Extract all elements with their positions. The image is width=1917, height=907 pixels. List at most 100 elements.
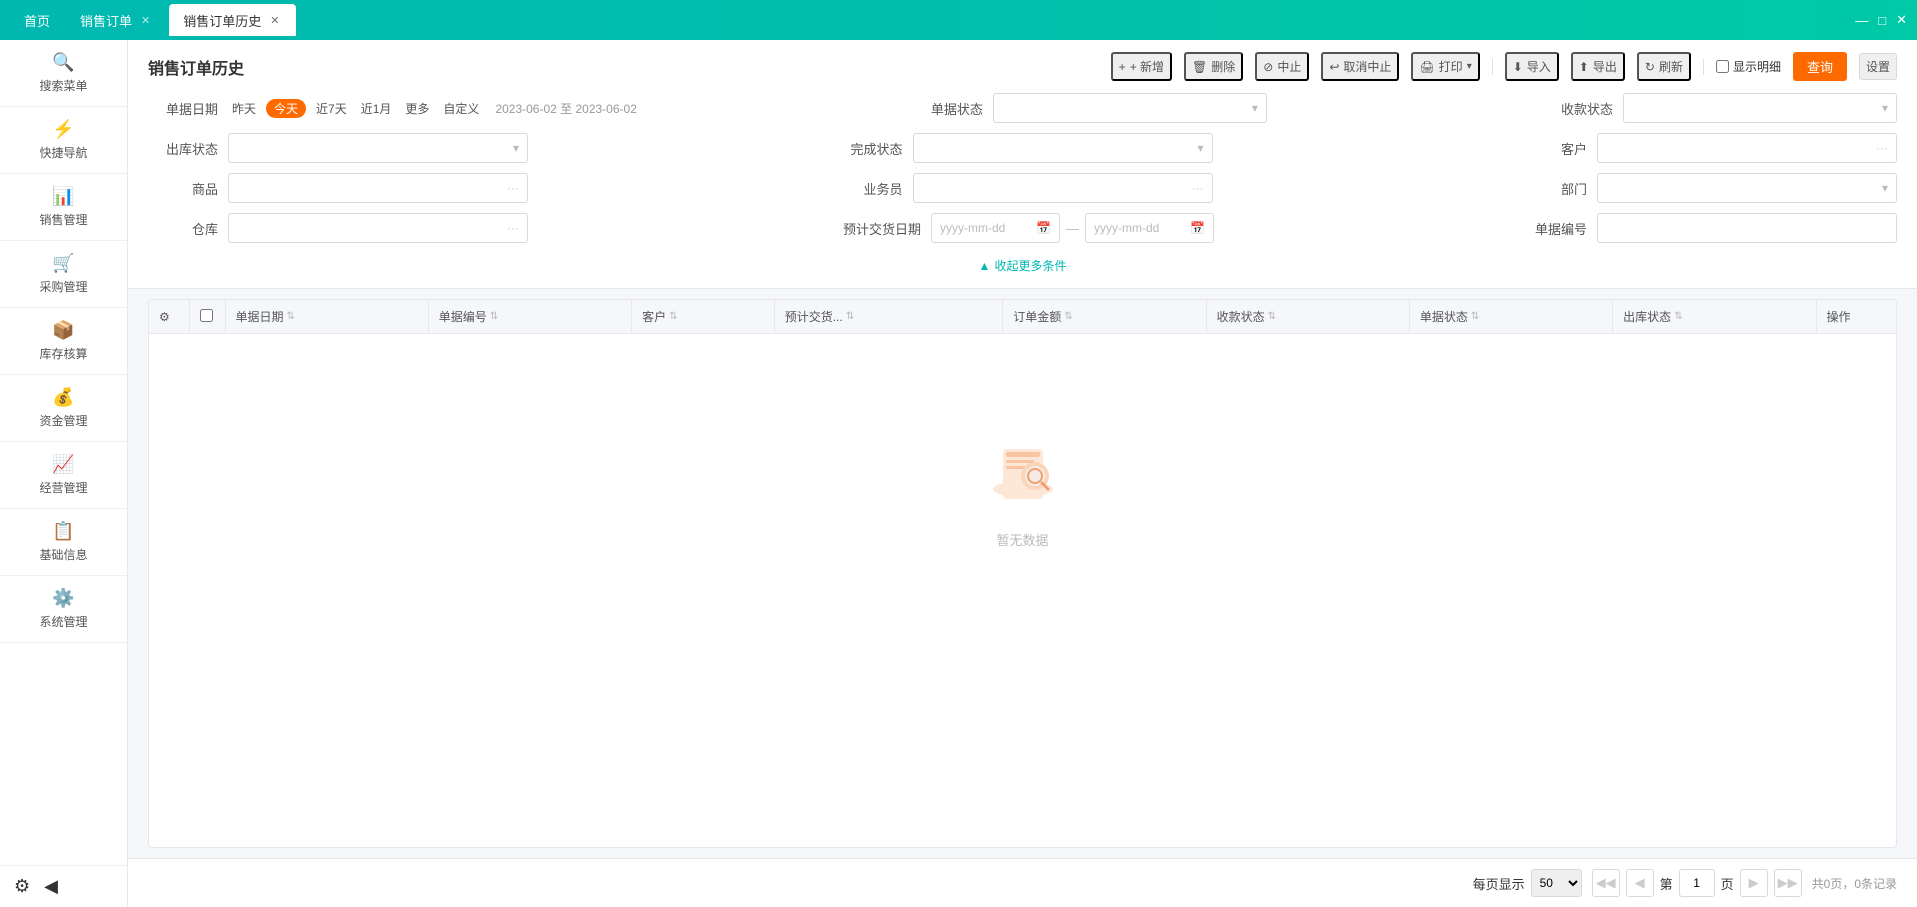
display-detail-checkbox[interactable] — [1716, 60, 1729, 73]
sidebar-item-label-basic: 基础信息 — [39, 546, 87, 563]
toolbar-divider-1 — [1492, 59, 1493, 75]
sidebar-item-purchase-mgmt[interactable]: 🛒 采购管理 — [0, 241, 127, 308]
next-page-button[interactable]: ▶ — [1740, 869, 1768, 897]
sidebar-item-label-purchase: 采购管理 — [39, 278, 87, 295]
empty-text: 暂无数据 — [996, 530, 1048, 549]
warehouse-input[interactable]: ··· — [228, 213, 528, 243]
delivery-status-select[interactable]: ▾ — [228, 133, 528, 163]
last-page-button[interactable]: ▶▶ — [1774, 869, 1802, 897]
settings-button[interactable]: 设置 — [1859, 53, 1897, 80]
sidebar-item-search-menu[interactable]: 🔍 搜索菜单 — [0, 40, 127, 107]
sidebar-item-label-search: 搜索菜单 — [39, 77, 87, 94]
first-page-button[interactable]: ◀◀ — [1592, 869, 1620, 897]
content-area: 销售订单历史 + + 新增 🗑 删除 ⊘ 中止 ↩ — [128, 40, 1917, 907]
sort-payment-status[interactable]: 收款状态 ⇅ — [1217, 308, 1399, 325]
sort-bill-date[interactable]: 单据日期 ⇅ — [236, 308, 418, 325]
goods-input[interactable]: ··· — [228, 173, 528, 203]
sidebar-item-system-mgmt[interactable]: ⚙️ 系统管理 — [0, 576, 127, 643]
sidebar-item-quick-nav[interactable]: ⚡ 快捷导航 — [0, 107, 127, 174]
sort-customer[interactable]: 客户 ⇅ — [642, 308, 764, 325]
purchase-mgmt-icon: 🛒 — [52, 253, 74, 274]
select-all-checkbox[interactable] — [200, 309, 213, 322]
sidebar-item-sales-mgmt[interactable]: 📊 销售管理 — [0, 174, 127, 241]
tab-sales-order[interactable]: 销售订单 ✕ — [66, 4, 167, 36]
col-payment-status: 收款状态 ⇅ — [1206, 300, 1409, 334]
sort-bill-no[interactable]: 单据编号 ⇅ — [439, 308, 621, 325]
date-btn-last7[interactable]: 近7天 — [312, 99, 351, 118]
salesperson-input[interactable]: ··· — [913, 173, 1213, 203]
tab-home[interactable]: 首页 — [10, 4, 64, 36]
goods-label: 商品 — [148, 179, 218, 198]
col-customer: 客户 ⇅ — [632, 300, 775, 334]
sort-icon-bill-date: ⇅ — [287, 311, 295, 322]
stop-button[interactable]: ⊘ 中止 — [1255, 52, 1309, 81]
delete-button[interactable]: 🗑 删除 — [1184, 52, 1243, 81]
date-btn-last1m[interactable]: 近1月 — [357, 99, 396, 118]
top-bar: 首页 销售订单 ✕ 销售订单历史 ✕ — □ ✕ — [0, 0, 1917, 40]
sidebar-item-finance[interactable]: 💰 资金管理 — [0, 375, 127, 442]
sort-order-amount[interactable]: 订单金额 ⇅ — [1013, 308, 1195, 325]
sidebar-settings-icon[interactable]: ⚙ — [14, 876, 30, 897]
table-body: 暂无数据 — [149, 334, 1896, 610]
sidebar-item-basic-info[interactable]: 📋 基础信息 — [0, 509, 127, 576]
quick-nav-icon: ⚡ — [52, 119, 74, 140]
date-shortcuts: 昨天 今天 近7天 近1月 更多 自定义 2023-06-02 至 2023-0… — [228, 99, 637, 118]
expected-delivery-end[interactable]: yyyy-mm-dd 📅 — [1085, 213, 1214, 243]
operations-icon: 📈 — [52, 454, 74, 475]
page-number-input[interactable] — [1679, 869, 1715, 897]
bill-status-select[interactable]: ▾ — [993, 93, 1267, 123]
search-menu-icon: 🔍 — [52, 52, 74, 73]
tab-sales-order-close[interactable]: ✕ — [138, 13, 153, 28]
bill-no-input[interactable] — [1597, 213, 1897, 243]
expected-delivery-label: 预计交货日期 — [831, 219, 921, 238]
sidebar-item-inventory[interactable]: 📦 库存核算 — [0, 308, 127, 375]
sidebar-item-operations[interactable]: 📈 经营管理 — [0, 442, 127, 509]
query-button[interactable]: 查询 — [1793, 52, 1847, 81]
sort-icon-customer: ⇅ — [669, 311, 677, 322]
completion-status-select[interactable]: ▾ — [913, 133, 1213, 163]
bill-status-label: 单据状态 — [913, 99, 983, 118]
sort-delivery-status[interactable]: 出库状态 ⇅ — [1623, 308, 1805, 325]
display-detail-label: 显示明细 — [1733, 58, 1781, 75]
tab-sales-history-close[interactable]: ✕ — [267, 13, 282, 28]
customer-input[interactable]: ··· — [1597, 133, 1897, 163]
minimize-icon[interactable]: — — [1855, 13, 1868, 28]
close-window-icon[interactable]: ✕ — [1896, 12, 1907, 28]
expected-delivery-start[interactable]: yyyy-mm-dd 📅 — [931, 213, 1060, 243]
inventory-icon: 📦 — [52, 320, 74, 341]
date-btn-today[interactable]: 今天 — [266, 99, 306, 118]
payment-status-select[interactable]: ▾ — [1623, 93, 1897, 123]
refresh-button[interactable]: ↻ 刷新 — [1637, 52, 1691, 81]
payment-status-chevron: ▾ — [1882, 101, 1888, 115]
sort-bill-status[interactable]: 单据状态 ⇅ — [1420, 308, 1602, 325]
sidebar-collapse-icon[interactable]: ◀ — [44, 876, 58, 897]
date-btn-yesterday[interactable]: 昨天 — [228, 99, 260, 118]
import-button[interactable]: ⬇ 导入 — [1505, 52, 1559, 81]
new-icon: + — [1119, 60, 1126, 74]
warehouse-label: 仓库 — [148, 219, 218, 238]
page-size-select[interactable]: 20 50 100 — [1531, 869, 1582, 897]
sort-expected-delivery[interactable]: 预计交货... ⇅ — [785, 308, 993, 325]
print-button[interactable]: 🖨 打印 ▾ — [1411, 52, 1479, 81]
table-head: ⚙ 单据日期 ⇅ 单据编号 — [149, 300, 1896, 334]
tab-sales-order-label: 销售订单 — [80, 11, 132, 30]
date-btn-more[interactable]: 更多 — [401, 99, 433, 118]
empty-state: 暂无数据 — [149, 334, 1896, 609]
department-select[interactable]: ▾ — [1597, 173, 1897, 203]
tab-sales-history[interactable]: 销售订单历史 ✕ — [169, 4, 296, 36]
prev-page-button[interactable]: ◀ — [1626, 869, 1654, 897]
export-button[interactable]: ⬆ 导出 — [1571, 52, 1625, 81]
data-table: ⚙ 单据日期 ⇅ 单据编号 — [149, 300, 1896, 609]
collapse-label: 收起更多条件 — [994, 257, 1066, 274]
date-btn-custom[interactable]: 自定义 — [439, 99, 483, 118]
print-icon: 🖨 — [1419, 60, 1434, 74]
display-detail-checkbox-label[interactable]: 显示明细 — [1716, 58, 1781, 75]
new-button[interactable]: + + 新增 — [1111, 52, 1172, 81]
col-settings-icon[interactable]: ⚙ — [159, 310, 170, 324]
collapse-row: ▲ 收起更多条件 — [148, 253, 1897, 278]
collapse-button[interactable]: ▲ 收起更多条件 — [979, 253, 1067, 278]
print-dropdown-icon: ▾ — [1467, 61, 1472, 72]
cancel-stop-button[interactable]: ↩ 取消中止 — [1321, 52, 1399, 81]
maximize-icon[interactable]: □ — [1878, 13, 1886, 28]
delete-icon: 🗑 — [1192, 60, 1207, 74]
